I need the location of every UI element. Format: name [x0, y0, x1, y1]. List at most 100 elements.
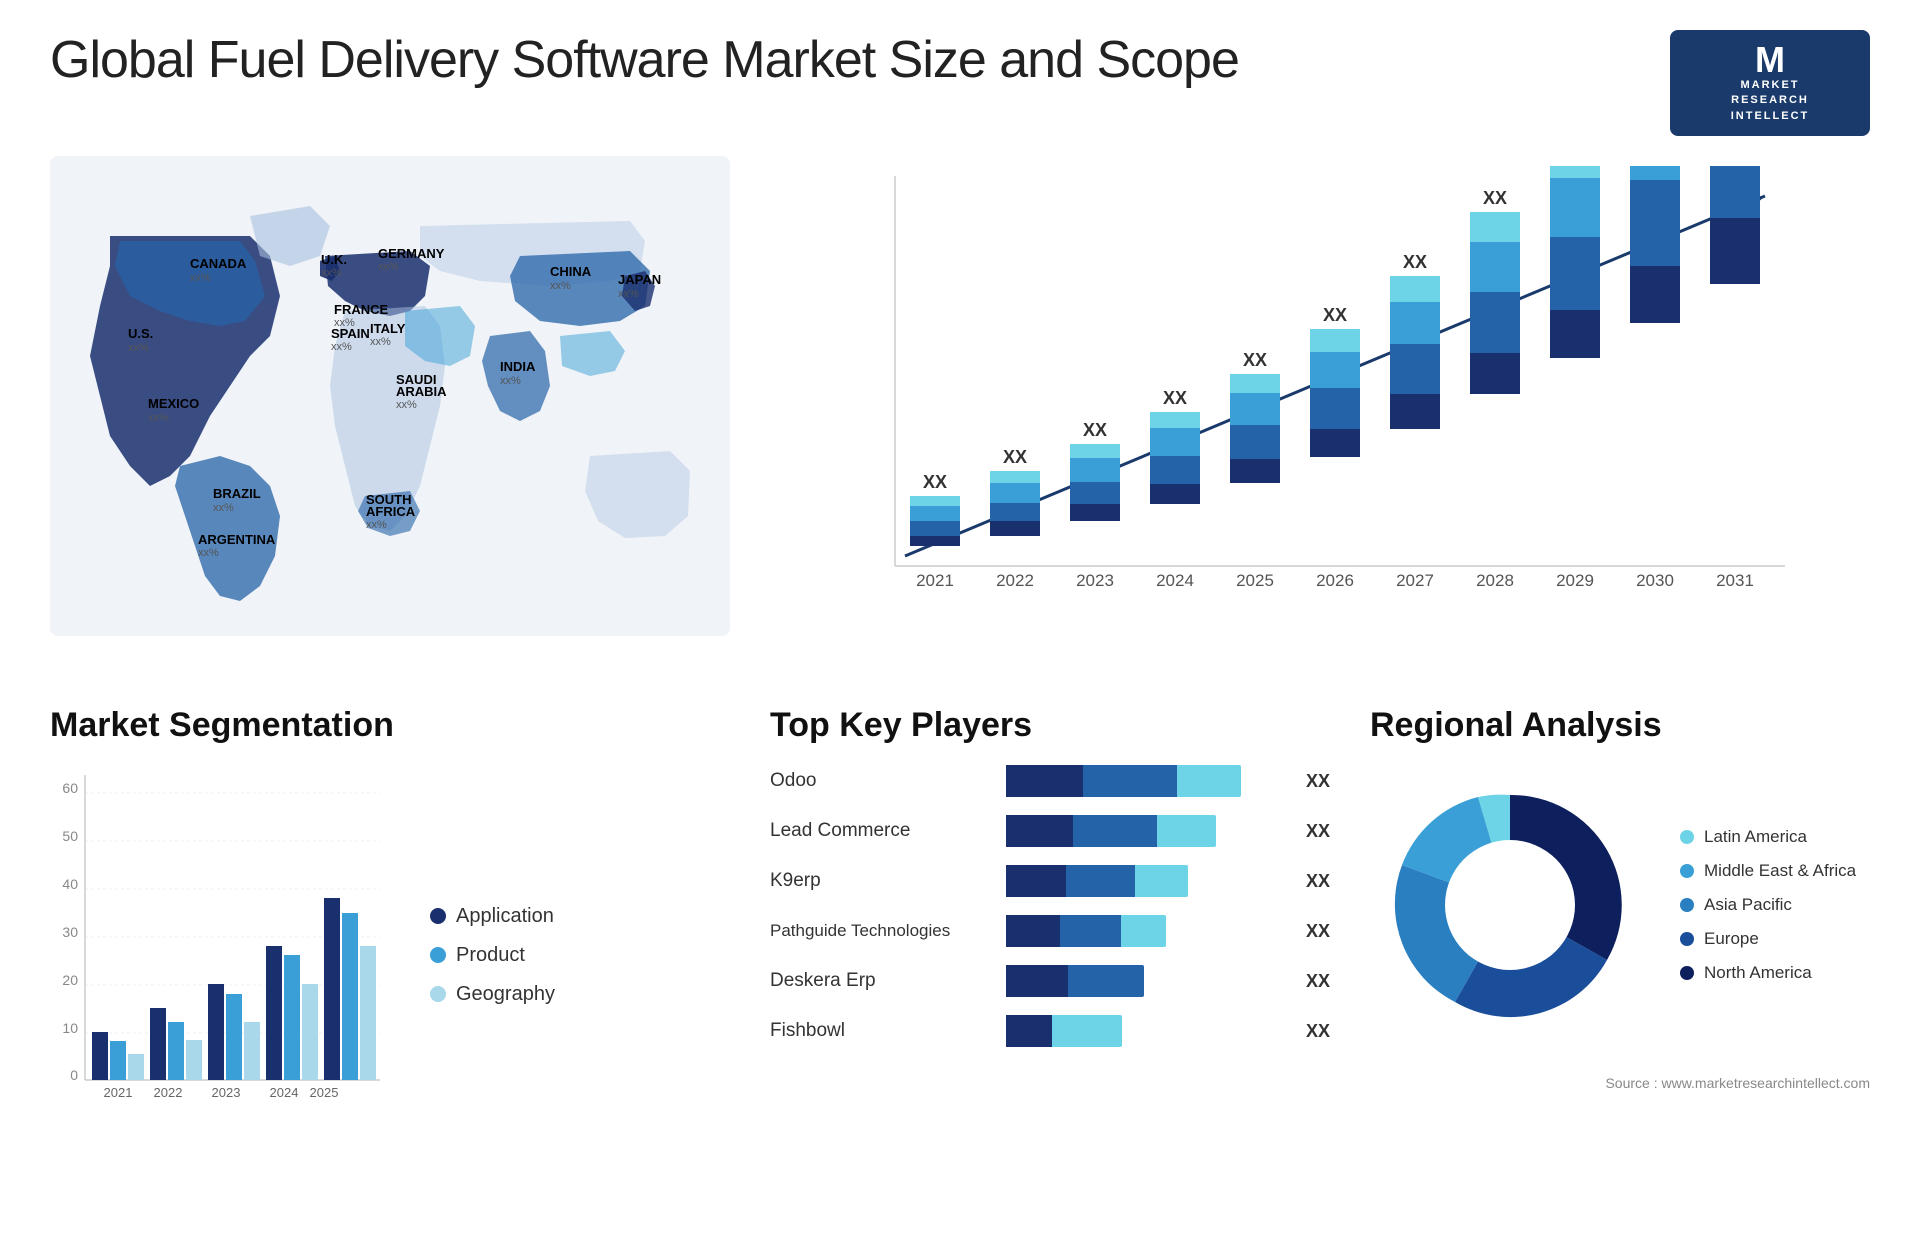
player-bar-fishbowl [1006, 1015, 1282, 1047]
legend-label-application: Application [456, 905, 554, 928]
reg-label-asia: Asia Pacific [1704, 895, 1792, 915]
player-seg1-k9erp [1006, 865, 1066, 897]
page-container: Global Fuel Delivery Software Market Siz… [0, 0, 1920, 1246]
player-name-pathguide: Pathguide Technologies [770, 921, 990, 941]
svg-text:xx%: xx% [550, 280, 571, 292]
reg-label-mea: Middle East & Africa [1704, 861, 1856, 881]
svg-text:FRANCE: FRANCE [334, 302, 388, 317]
svg-text:AFRICA: AFRICA [366, 504, 416, 519]
legend-application: Application [430, 905, 555, 928]
reg-dot-na [1680, 966, 1694, 980]
player-seg2-k9erp [1066, 865, 1135, 897]
svg-text:50: 50 [62, 828, 78, 844]
player-label-pathguide: XX [1306, 921, 1330, 942]
svg-text:JAPAN: JAPAN [618, 272, 661, 287]
svg-text:2024: 2024 [270, 1085, 299, 1100]
legend-dot-application [430, 908, 446, 924]
player-bar-lead [1006, 815, 1282, 847]
svg-text:MEXICO: MEXICO [148, 396, 199, 411]
bar-chart: XX 2021 XX 2022 [770, 166, 1870, 626]
svg-text:ITALY: ITALY [370, 321, 406, 336]
page-title: Global Fuel Delivery Software Market Siz… [50, 30, 1239, 90]
player-seg1-lead [1006, 815, 1073, 847]
player-seg2-odoo [1083, 765, 1177, 797]
seg-legend: Application Product Geography [430, 905, 555, 1006]
legend-dot-product [430, 947, 446, 963]
player-name-k9erp: K9erp [770, 870, 990, 892]
content-bottom: Market Segmentation 0 10 20 30 40 50 60 [50, 706, 1870, 1226]
svg-text:2022: 2022 [154, 1085, 183, 1100]
svg-text:XX: XX [1083, 420, 1107, 440]
player-bar-odoo [1006, 765, 1282, 797]
player-seg2-fishbowl [1052, 1015, 1122, 1047]
map-section: CANADA xx% U.S. xx% MEXICO xx% BRAZIL xx… [50, 156, 730, 676]
player-bar-inner-k9erp [1006, 865, 1188, 897]
player-bar-deskera [1006, 965, 1282, 997]
player-row-pathguide: Pathguide Technologies XX [770, 915, 1330, 947]
player-row-deskera: Deskera Erp XX [770, 965, 1330, 997]
reg-dot-mea [1680, 864, 1694, 878]
svg-text:xx%: xx% [500, 375, 521, 387]
player-seg2-pathguide [1060, 915, 1121, 947]
player-seg3-odoo [1177, 765, 1240, 797]
seg-chart-container: 0 10 20 30 40 50 60 [50, 765, 390, 1145]
player-name-lead: Lead Commerce [770, 820, 990, 842]
svg-text:2021: 2021 [916, 571, 954, 590]
svg-text:xx%: xx% [378, 261, 399, 273]
regional-section: Regional Analysis [1370, 706, 1870, 1226]
player-label-deskera: XX [1306, 971, 1330, 992]
svg-text:CHINA: CHINA [550, 264, 592, 279]
player-seg1-pathguide [1006, 915, 1060, 947]
player-name-fishbowl: Fishbowl [770, 1020, 990, 1042]
svg-text:U.K.: U.K. [321, 252, 347, 267]
key-players-section: Top Key Players Odoo XX L [770, 706, 1330, 1226]
source-text: Source : www.marketresearchintellect.com [1370, 1075, 1870, 1091]
regional-title: Regional Analysis [1370, 706, 1870, 745]
bar-chart-svg: XX 2021 XX 2022 [770, 166, 1870, 626]
player-row-fishbowl: Fishbowl XX [770, 1015, 1330, 1047]
legend-product: Product [430, 944, 555, 967]
svg-text:xx%: xx% [198, 547, 219, 559]
svg-text:XX: XX [1483, 188, 1507, 208]
reg-label-europe: Europe [1704, 929, 1759, 949]
svg-text:GERMANY: GERMANY [378, 246, 445, 261]
donut-svg [1370, 765, 1650, 1045]
svg-text:2023: 2023 [212, 1085, 241, 1100]
svg-text:XX: XX [1163, 388, 1187, 408]
player-bar-k9erp [1006, 865, 1282, 897]
player-bar-inner-pathguide [1006, 915, 1166, 947]
players-list: Odoo XX Lead Commerce [770, 765, 1330, 1047]
key-players-title: Top Key Players [770, 706, 1330, 745]
svg-text:2029: 2029 [1556, 571, 1594, 590]
player-seg2-lead [1073, 815, 1157, 847]
svg-text:U.S.: U.S. [128, 326, 153, 341]
svg-text:XX: XX [1243, 350, 1267, 370]
svg-text:xx%: xx% [366, 519, 387, 531]
svg-text:2022: 2022 [996, 571, 1034, 590]
svg-text:INDIA: INDIA [500, 359, 536, 374]
logo-letter: M [1755, 42, 1785, 78]
svg-text:xx%: xx% [321, 267, 342, 279]
svg-text:CANADA: CANADA [190, 256, 247, 271]
player-seg1-deskera [1006, 965, 1068, 997]
header: Global Fuel Delivery Software Market Siz… [50, 30, 1870, 136]
legend-geography: Geography [430, 983, 555, 1006]
svg-text:xx%: xx% [331, 341, 352, 353]
svg-text:2031: 2031 [1716, 571, 1754, 590]
logo-text: MARKET RESEARCH INTELLECT [1731, 78, 1810, 124]
svg-text:xx%: xx% [148, 412, 169, 424]
svg-text:60: 60 [62, 780, 78, 796]
reg-label-latin: Latin America [1704, 827, 1807, 847]
logo: M MARKET RESEARCH INTELLECT [1670, 30, 1870, 136]
svg-text:2027: 2027 [1396, 571, 1434, 590]
player-seg3-pathguide [1121, 915, 1166, 947]
player-bar-pathguide [1006, 915, 1282, 947]
reg-legend-europe: Europe [1680, 929, 1856, 949]
svg-text:XX: XX [1003, 447, 1027, 467]
svg-text:2028: 2028 [1476, 571, 1514, 590]
world-map: CANADA xx% U.S. xx% MEXICO xx% BRAZIL xx… [50, 156, 730, 636]
player-row-k9erp: K9erp XX [770, 865, 1330, 897]
svg-text:0: 0 [70, 1067, 78, 1083]
svg-text:XX: XX [1323, 305, 1347, 325]
player-seg1-odoo [1006, 765, 1083, 797]
